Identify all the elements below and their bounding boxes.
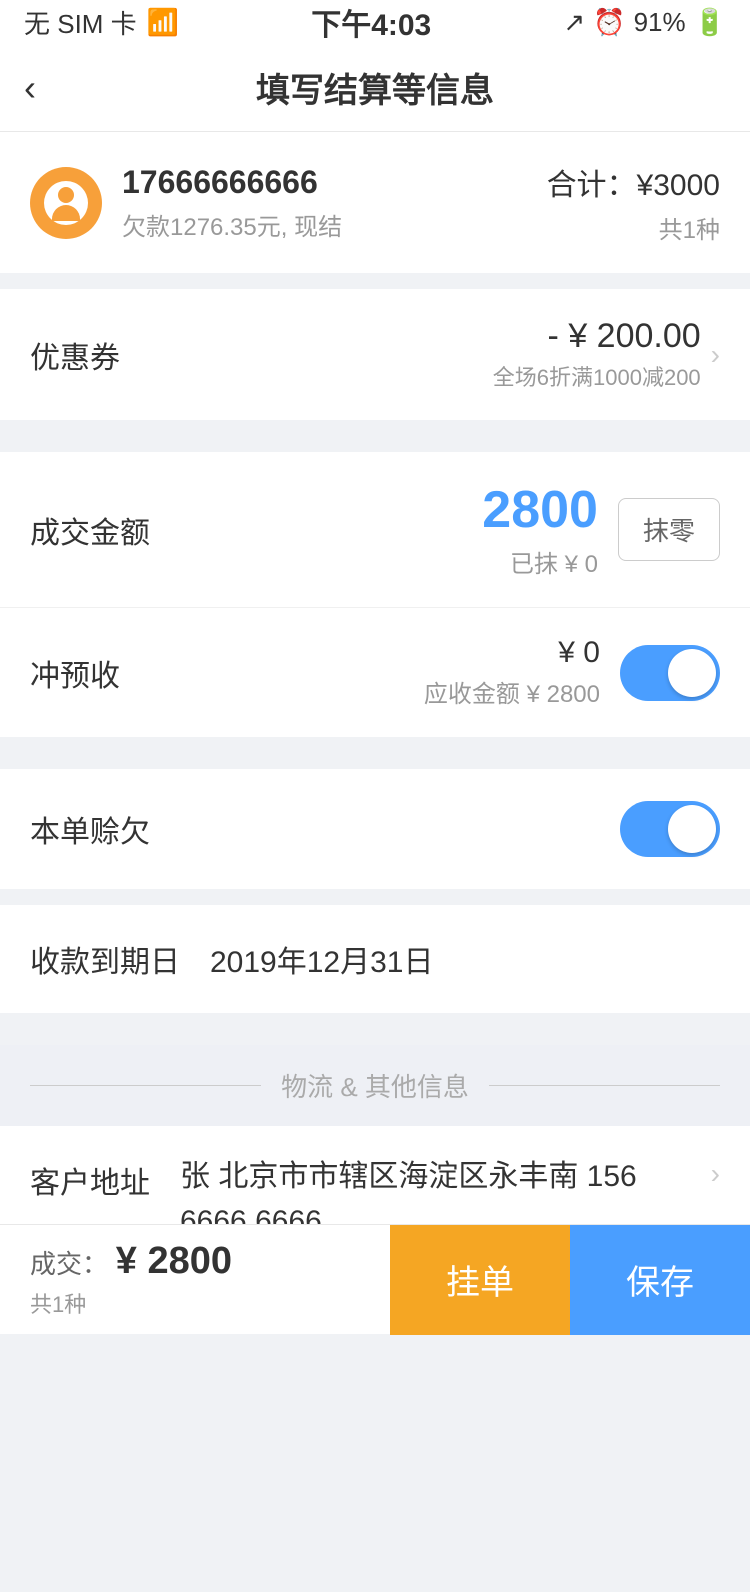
transaction-label: 成交金额: [30, 508, 150, 552]
wifi-icon: 📶: [147, 7, 179, 38]
toggle-knob: [668, 649, 716, 697]
signal-text: 无 SIM 卡: [24, 4, 137, 41]
section-divider-2: [0, 753, 750, 769]
total-amount: 合计：¥3000: [547, 160, 720, 204]
coupon-label: 优惠券: [30, 333, 120, 377]
battery-icon: 🔋: [694, 7, 726, 38]
save-button[interactable]: 保存: [570, 1225, 750, 1335]
nav-bar: ‹ 填写结算等信息: [0, 44, 750, 132]
arrear-toggle-knob: [668, 805, 716, 853]
section-divider-1: [0, 436, 750, 452]
coupon-amount: - ¥ 200.00: [493, 317, 701, 356]
prepay-receivable: 应收金额 ¥ 2800: [424, 674, 600, 709]
bottom-total-label: 成交：: [30, 1249, 108, 1279]
bottom-count: 共1种: [30, 1287, 360, 1319]
coupon-row[interactable]: 优惠券 - ¥ 200.00 全场6折满1000减200 ›: [0, 289, 750, 420]
prepay-toggle[interactable]: [620, 645, 720, 701]
status-right: ↗ ⏰ 91% 🔋: [563, 7, 726, 38]
page-title: 填写结算等信息: [256, 63, 494, 112]
duedate-label: 收款到期日: [30, 937, 180, 981]
customer-card: 17666666666 欠款1276.35元, 现结 合计：¥3000 共1种: [0, 132, 750, 273]
prepay-label: 冲预收: [30, 651, 120, 695]
status-left: 无 SIM 卡 📶: [24, 4, 179, 41]
logistics-divider: 物流 & 其他信息: [0, 1045, 750, 1126]
location-icon: ↗: [563, 7, 585, 38]
logistics-label: 物流 & 其他信息: [261, 1067, 489, 1104]
transaction-section: 成交金额 2800 已抹 ¥ 0 抹零 冲预收 ¥ 0 应收金额 ¥ 2800: [0, 452, 750, 737]
arrear-row: 本单赊欠: [0, 769, 750, 889]
prepay-row: 冲预收 ¥ 0 应收金额 ¥ 2800: [0, 607, 750, 737]
round-button[interactable]: 抹零: [618, 498, 720, 561]
customer-debt: 欠款1276.35元, 现结: [122, 207, 342, 242]
status-bar: 无 SIM 卡 📶 下午4:03 ↗ ⏰ 91% 🔋: [0, 0, 750, 44]
duedate-value: 2019年12月31日: [210, 937, 433, 981]
bottom-amount: ¥ 2800: [116, 1240, 232, 1282]
total-count: 共1种: [547, 210, 720, 245]
section-divider-3: [0, 1029, 750, 1045]
bottom-summary: 成交： ¥ 2800 共1种: [0, 1240, 390, 1319]
coupon-desc: 全场6折满1000减200: [493, 360, 701, 392]
battery-text: 91%: [634, 7, 686, 38]
status-time: 下午4:03: [311, 0, 431, 44]
address-chevron-icon: ›: [711, 1154, 720, 1190]
alarm-icon: ⏰: [593, 7, 625, 38]
prepay-amount: ¥ 0: [424, 636, 600, 670]
transaction-amount: 2800: [482, 480, 598, 540]
hold-button[interactable]: 挂单: [390, 1225, 570, 1335]
arrear-label: 本单赊欠: [30, 807, 150, 851]
avatar: [30, 167, 102, 239]
transaction-sub: 已抹 ¥ 0: [482, 544, 598, 579]
bottom-bar: 成交： ¥ 2800 共1种 挂单 保存: [0, 1224, 750, 1334]
duedate-row: 收款到期日 2019年12月31日: [0, 905, 750, 1013]
coupon-chevron-icon: ›: [711, 339, 720, 371]
avatar-icon: [44, 181, 88, 225]
amount-row: 成交金额 2800 已抹 ¥ 0 抹零: [0, 452, 750, 607]
content-area: 17666666666 欠款1276.35元, 现结 合计：¥3000 共1种 …: [0, 132, 750, 1592]
arrear-toggle[interactable]: [620, 801, 720, 857]
address-label: 客户地址: [30, 1154, 150, 1202]
back-button[interactable]: ‹: [24, 67, 36, 109]
customer-phone: 17666666666: [122, 164, 342, 201]
